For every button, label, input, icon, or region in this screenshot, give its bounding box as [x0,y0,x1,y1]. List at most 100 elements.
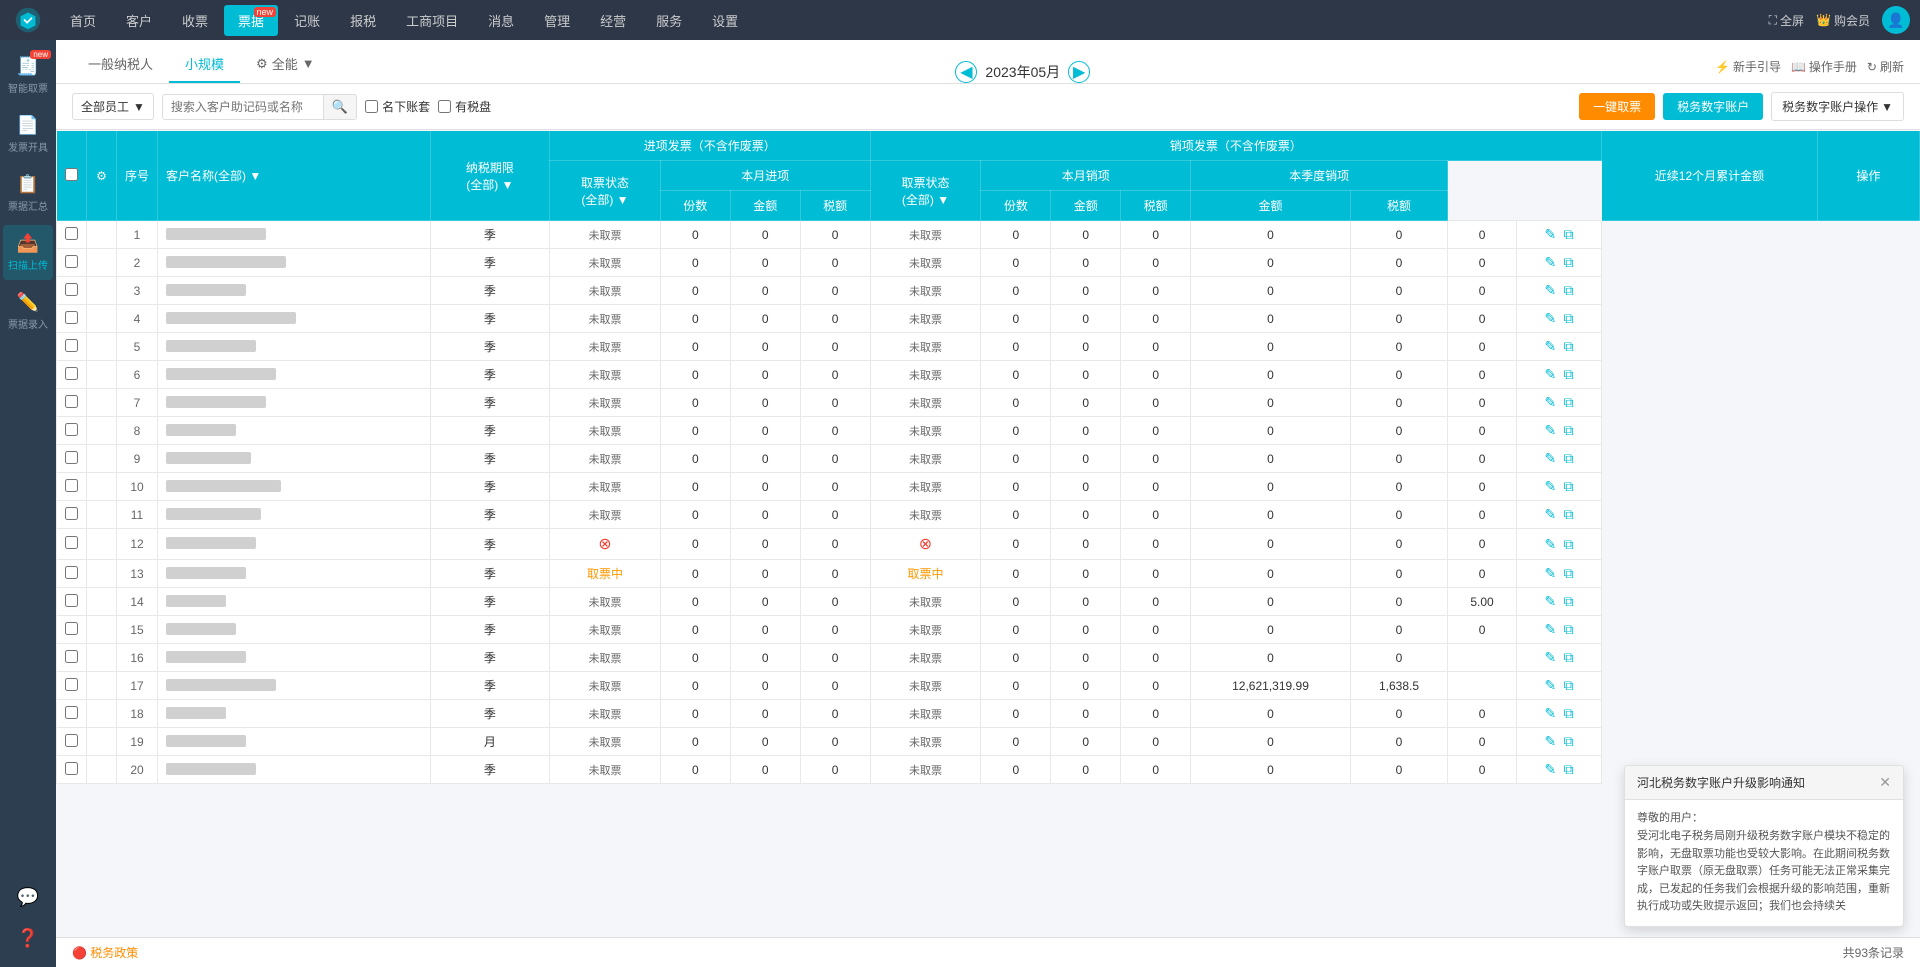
row-copy-btn[interactable]: ⧉ [1564,450,1574,466]
row-checkbox[interactable] [65,395,78,408]
row-copy-btn[interactable]: ⧉ [1564,254,1574,270]
sidebar-item-invoice-issue[interactable]: 📄 发票开具 [3,107,53,162]
nav-receive[interactable]: 收票 [168,5,222,36]
row-copy-btn[interactable]: ⧉ [1564,733,1574,749]
search-button[interactable]: 🔍 [323,95,356,119]
row-edit-btn[interactable]: ✎ [1545,506,1557,522]
row-checkbox[interactable] [65,594,78,607]
row-checkbox[interactable] [65,507,78,520]
date-next-btn[interactable]: ▶ [1068,61,1090,83]
manual-btn[interactable]: 📖 操作手册 [1791,58,1857,75]
tab-general[interactable]: 一般纳税人 [72,46,169,83]
tab-small-scale[interactable]: 小规模 [169,46,240,83]
row-copy-btn[interactable]: ⧉ [1564,310,1574,326]
row-edit-btn[interactable]: ✎ [1545,338,1557,354]
row-checkbox[interactable] [65,706,78,719]
notification-close-btn[interactable]: ✕ [1879,774,1891,791]
row-checkbox[interactable] [65,255,78,268]
row-copy-btn[interactable]: ⧉ [1564,705,1574,721]
row-edit-btn[interactable]: ✎ [1545,394,1557,410]
row-copy-btn[interactable]: ⧉ [1564,394,1574,410]
th-in-status[interactable]: 取票状态(全部) ▼ [550,161,661,221]
sidebar-item-smart-ticket[interactable]: 🧾 智能取票 new [3,48,53,103]
row-checkbox[interactable] [65,227,78,240]
row-copy-btn[interactable]: ⧉ [1564,338,1574,354]
one-click-ticket-btn[interactable]: 一键取票 [1579,93,1655,120]
new-guide-btn[interactable]: ⚡ 新手引导 [1715,58,1781,75]
row-checkbox[interactable] [65,283,78,296]
nav-message[interactable]: 消息 [474,5,528,36]
row-checkbox[interactable] [65,650,78,663]
tax-policy-link[interactable]: 🔴 税务政策 [72,944,138,961]
nav-manage[interactable]: 管理 [530,5,584,36]
row-checkbox[interactable] [65,536,78,549]
sidebar-item-ticket-summary[interactable]: 📋 票据汇总 [3,166,53,221]
app-logo[interactable] [10,2,46,38]
row-copy-btn[interactable]: ⧉ [1564,621,1574,637]
search-input[interactable] [163,96,323,118]
row-edit-btn[interactable]: ✎ [1545,366,1557,382]
sidebar-item-help[interactable]: ❓ [3,920,53,957]
nav-tax[interactable]: 报税 [336,5,390,36]
taxdisk-checkbox-label[interactable]: 有税盘 [438,98,491,115]
row-checkbox[interactable] [65,451,78,464]
sidebar-item-message[interactable]: 💬 [3,879,53,916]
row-edit-btn[interactable]: ✎ [1545,226,1557,242]
row-copy-btn[interactable]: ⧉ [1564,506,1574,522]
row-copy-btn[interactable]: ⧉ [1564,282,1574,298]
row-edit-btn[interactable]: ✎ [1545,254,1557,270]
nav-ticket[interactable]: 票据 new [224,5,278,36]
sidebar-item-ticket-entry[interactable]: ✏️ 票据录入 [3,284,53,339]
row-checkbox[interactable] [65,622,78,635]
select-all-checkbox[interactable] [65,168,78,181]
row-edit-btn[interactable]: ✎ [1545,565,1557,581]
nav-home[interactable]: 首页 [56,5,110,36]
row-edit-btn[interactable]: ✎ [1545,593,1557,609]
row-checkbox[interactable] [65,566,78,579]
nav-bookkeeping[interactable]: 记账 [280,5,334,36]
accounts-checkbox-label[interactable]: 名下账套 [365,98,430,115]
row-copy-btn[interactable]: ⧉ [1564,761,1574,777]
row-checkbox[interactable] [65,339,78,352]
row-copy-btn[interactable]: ⧉ [1564,649,1574,665]
tab-all[interactable]: ⚙ 全能 ▼ [240,46,331,83]
accounts-checkbox[interactable] [365,100,378,113]
row-edit-btn[interactable]: ✎ [1545,621,1557,637]
row-edit-btn[interactable]: ✎ [1545,705,1557,721]
row-edit-btn[interactable]: ✎ [1545,282,1557,298]
row-copy-btn[interactable]: ⧉ [1564,366,1574,382]
nav-service[interactable]: 服务 [642,5,696,36]
member-btn[interactable]: 👑 购会员 [1816,12,1870,29]
row-copy-btn[interactable]: ⧉ [1564,677,1574,693]
sidebar-item-scan-upload[interactable]: 📤 扫描上传 [3,225,53,280]
tax-digital-btn[interactable]: 税务数字账户 [1663,93,1763,120]
date-prev-btn[interactable]: ◀ [955,61,977,83]
row-checkbox[interactable] [65,734,78,747]
row-checkbox[interactable] [65,762,78,775]
row-edit-btn[interactable]: ✎ [1545,310,1557,326]
fullscreen-btn[interactable]: ⛶ 全屏 [1769,12,1804,29]
th-tax-period[interactable]: 纳税期限(全部) ▼ [430,131,549,221]
user-avatar[interactable]: 👤 [1882,6,1910,34]
row-checkbox[interactable] [65,423,78,436]
row-copy-btn[interactable]: ⧉ [1564,536,1574,552]
row-edit-btn[interactable]: ✎ [1545,536,1557,552]
row-checkbox[interactable] [65,311,78,324]
nav-client[interactable]: 客户 [112,5,166,36]
taxdisk-checkbox[interactable] [438,100,451,113]
row-checkbox[interactable] [65,367,78,380]
row-edit-btn[interactable]: ✎ [1545,649,1557,665]
th-client-name[interactable]: 客户名称(全部) ▼ [158,131,431,221]
row-copy-btn[interactable]: ⧉ [1564,565,1574,581]
nav-settings[interactable]: 设置 [698,5,752,36]
tax-operations-btn[interactable]: 税务数字账户操作 ▼ [1771,92,1904,121]
row-edit-btn[interactable]: ✎ [1545,677,1557,693]
nav-operation[interactable]: 经营 [586,5,640,36]
employee-select[interactable]: 全部员工 ▼ [72,93,154,120]
row-copy-btn[interactable]: ⧉ [1564,478,1574,494]
row-edit-btn[interactable]: ✎ [1545,761,1557,777]
row-edit-btn[interactable]: ✎ [1545,478,1557,494]
row-checkbox[interactable] [65,678,78,691]
row-edit-btn[interactable]: ✎ [1545,422,1557,438]
th-out-status[interactable]: 取票状态(全部) ▼ [870,161,981,221]
